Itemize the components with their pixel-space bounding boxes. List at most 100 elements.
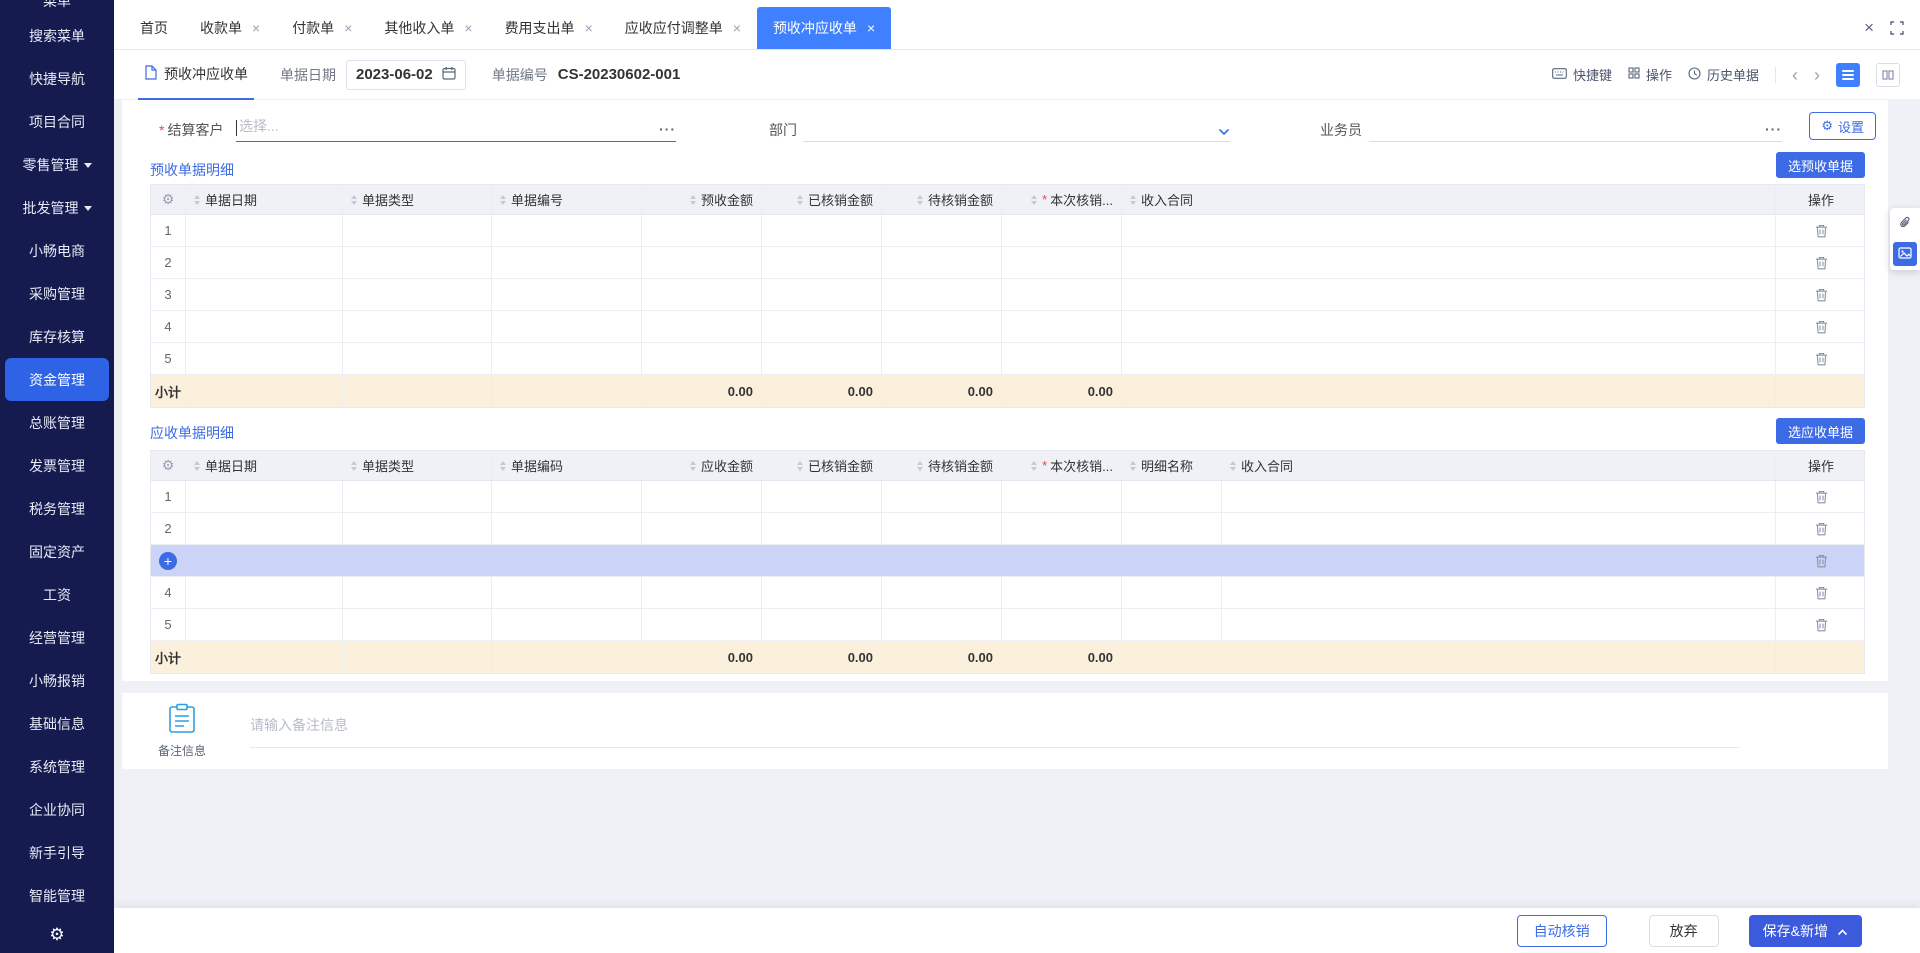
tab-close-icon[interactable]: × xyxy=(585,20,593,36)
table-cell[interactable] xyxy=(1122,577,1222,608)
table-cell[interactable] xyxy=(882,577,1002,608)
table-cell[interactable] xyxy=(186,279,343,310)
date-input[interactable]: 2023-06-02 xyxy=(346,59,466,90)
table-cell[interactable] xyxy=(642,513,762,544)
history-documents-button[interactable]: 历史单据 xyxy=(1688,65,1759,84)
delete-row-icon[interactable] xyxy=(1815,224,1828,238)
table-cell[interactable] xyxy=(492,343,642,374)
table-cell[interactable] xyxy=(186,545,343,576)
sidebar-item[interactable]: 批发管理 xyxy=(0,186,114,229)
sidebar-item[interactable]: 库存核算 xyxy=(0,315,114,358)
table-cell[interactable] xyxy=(186,247,343,278)
table-cell[interactable] xyxy=(492,215,642,246)
table-cell[interactable] xyxy=(1002,279,1122,310)
column-header[interactable]: 单据类型 xyxy=(343,451,492,480)
column-header[interactable]: 已核销金额 xyxy=(762,451,882,480)
column-header[interactable]: 单据日期 xyxy=(186,185,343,214)
sidebar-settings-button[interactable]: ⚙ xyxy=(0,917,114,953)
table-cell[interactable] xyxy=(882,343,1002,374)
sidebar-item[interactable]: 小畅电商 xyxy=(0,229,114,272)
chevron-left-icon[interactable]: ‹ xyxy=(1792,66,1798,84)
column-header[interactable]: 单据编码 xyxy=(492,451,642,480)
delete-row-icon[interactable] xyxy=(1815,490,1828,504)
table-cell[interactable] xyxy=(642,481,762,512)
column-header[interactable]: 收入合同 xyxy=(1222,451,1776,480)
column-settings-button[interactable]: ⚙ xyxy=(151,451,186,480)
save-and-new-button[interactable]: 保存&新增 xyxy=(1748,914,1862,947)
salesman-input[interactable]: ··· xyxy=(1369,112,1782,142)
sidebar-item[interactable]: 工资 xyxy=(0,573,114,616)
table-cell[interactable] xyxy=(1002,513,1122,544)
shortcut-keys-button[interactable]: 快捷键 xyxy=(1552,65,1612,84)
chevron-down-icon[interactable] xyxy=(1218,128,1230,136)
expand-icon[interactable] xyxy=(1890,21,1904,35)
column-header[interactable]: 已核销金额 xyxy=(762,185,882,214)
table-cell[interactable] xyxy=(762,247,882,278)
table-cell[interactable] xyxy=(343,545,492,576)
calendar-icon[interactable] xyxy=(442,66,456,84)
tab-close-icon[interactable]: × xyxy=(464,20,472,36)
table-cell[interactable] xyxy=(1122,609,1222,640)
table-cell[interactable] xyxy=(642,343,762,374)
sidebar-item[interactable]: 项目合同 xyxy=(0,100,114,143)
table-cell[interactable] xyxy=(1122,247,1776,278)
table-cell[interactable] xyxy=(492,311,642,342)
table-cell[interactable] xyxy=(1122,481,1222,512)
table-cell[interactable] xyxy=(762,311,882,342)
table-cell[interactable] xyxy=(343,311,492,342)
tab[interactable]: 首页 xyxy=(124,7,184,49)
tab[interactable]: 收款单 × xyxy=(184,7,276,49)
select-prepaid-button[interactable]: 选预收单据 xyxy=(1775,152,1865,178)
table-row[interactable]: 5 xyxy=(151,609,1864,641)
table-cell[interactable] xyxy=(762,609,882,640)
table-cell[interactable] xyxy=(186,609,343,640)
column-header[interactable]: * 本次核销... xyxy=(1002,185,1122,214)
auto-writeoff-button[interactable]: 自动核销 xyxy=(1516,914,1607,947)
table-cell[interactable] xyxy=(492,247,642,278)
tab-close-icon[interactable]: × xyxy=(867,20,875,36)
table-cell[interactable] xyxy=(1122,513,1222,544)
table-cell[interactable] xyxy=(1122,545,1222,576)
table-cell[interactable] xyxy=(762,215,882,246)
sidebar-item[interactable]: 资金管理 xyxy=(5,358,109,401)
sidebar-item[interactable]: 固定资产 xyxy=(0,530,114,573)
table-cell[interactable] xyxy=(762,513,882,544)
sidebar-item[interactable]: 企业协同 xyxy=(0,788,114,831)
table-cell[interactable] xyxy=(1002,311,1122,342)
table-cell[interactable] xyxy=(186,481,343,512)
table-cell[interactable] xyxy=(1002,247,1122,278)
document-subtab[interactable]: 预收冲应收单 xyxy=(138,50,254,100)
delete-row-icon[interactable] xyxy=(1815,288,1828,302)
add-row-button[interactable]: + xyxy=(159,551,177,570)
table-cell[interactable] xyxy=(186,577,343,608)
table-cell[interactable] xyxy=(1222,513,1776,544)
column-header[interactable]: 单据日期 xyxy=(186,451,343,480)
sidebar-item[interactable]: 经营管理 xyxy=(0,616,114,659)
sidebar-item[interactable]: 基础信息 xyxy=(0,702,114,745)
column-header[interactable]: 单据类型 xyxy=(343,185,492,214)
table-cell[interactable] xyxy=(882,279,1002,310)
column-header[interactable]: 待核销金额 xyxy=(882,451,1002,480)
sidebar-item[interactable]: 快捷导航 xyxy=(0,57,114,100)
table-cell[interactable] xyxy=(642,247,762,278)
customer-picker-icon[interactable]: ··· xyxy=(659,122,676,136)
sidebar-item[interactable]: 采购管理 xyxy=(0,272,114,315)
table-cell[interactable] xyxy=(762,481,882,512)
table-cell[interactable] xyxy=(882,215,1002,246)
table-cell[interactable] xyxy=(762,343,882,374)
table-row[interactable]: + xyxy=(151,545,1864,577)
kanban-view-toggle[interactable] xyxy=(1876,62,1900,87)
tab[interactable]: 其他收入单 × xyxy=(368,7,488,49)
operations-button[interactable]: 操作 xyxy=(1628,65,1672,84)
table-cell[interactable] xyxy=(343,343,492,374)
attachment-button[interactable] xyxy=(1893,212,1917,236)
table-cell[interactable] xyxy=(492,609,642,640)
table-cell[interactable] xyxy=(762,279,882,310)
table-row[interactable]: 3 xyxy=(151,279,1864,311)
table-cell[interactable] xyxy=(343,481,492,512)
settings-button[interactable]: ⚙ 设置 xyxy=(1809,112,1876,140)
table-row[interactable]: 4 xyxy=(151,577,1864,609)
table-row[interactable]: 4 xyxy=(151,311,1864,343)
table-row[interactable]: 2 xyxy=(151,513,1864,545)
table-cell[interactable] xyxy=(343,513,492,544)
